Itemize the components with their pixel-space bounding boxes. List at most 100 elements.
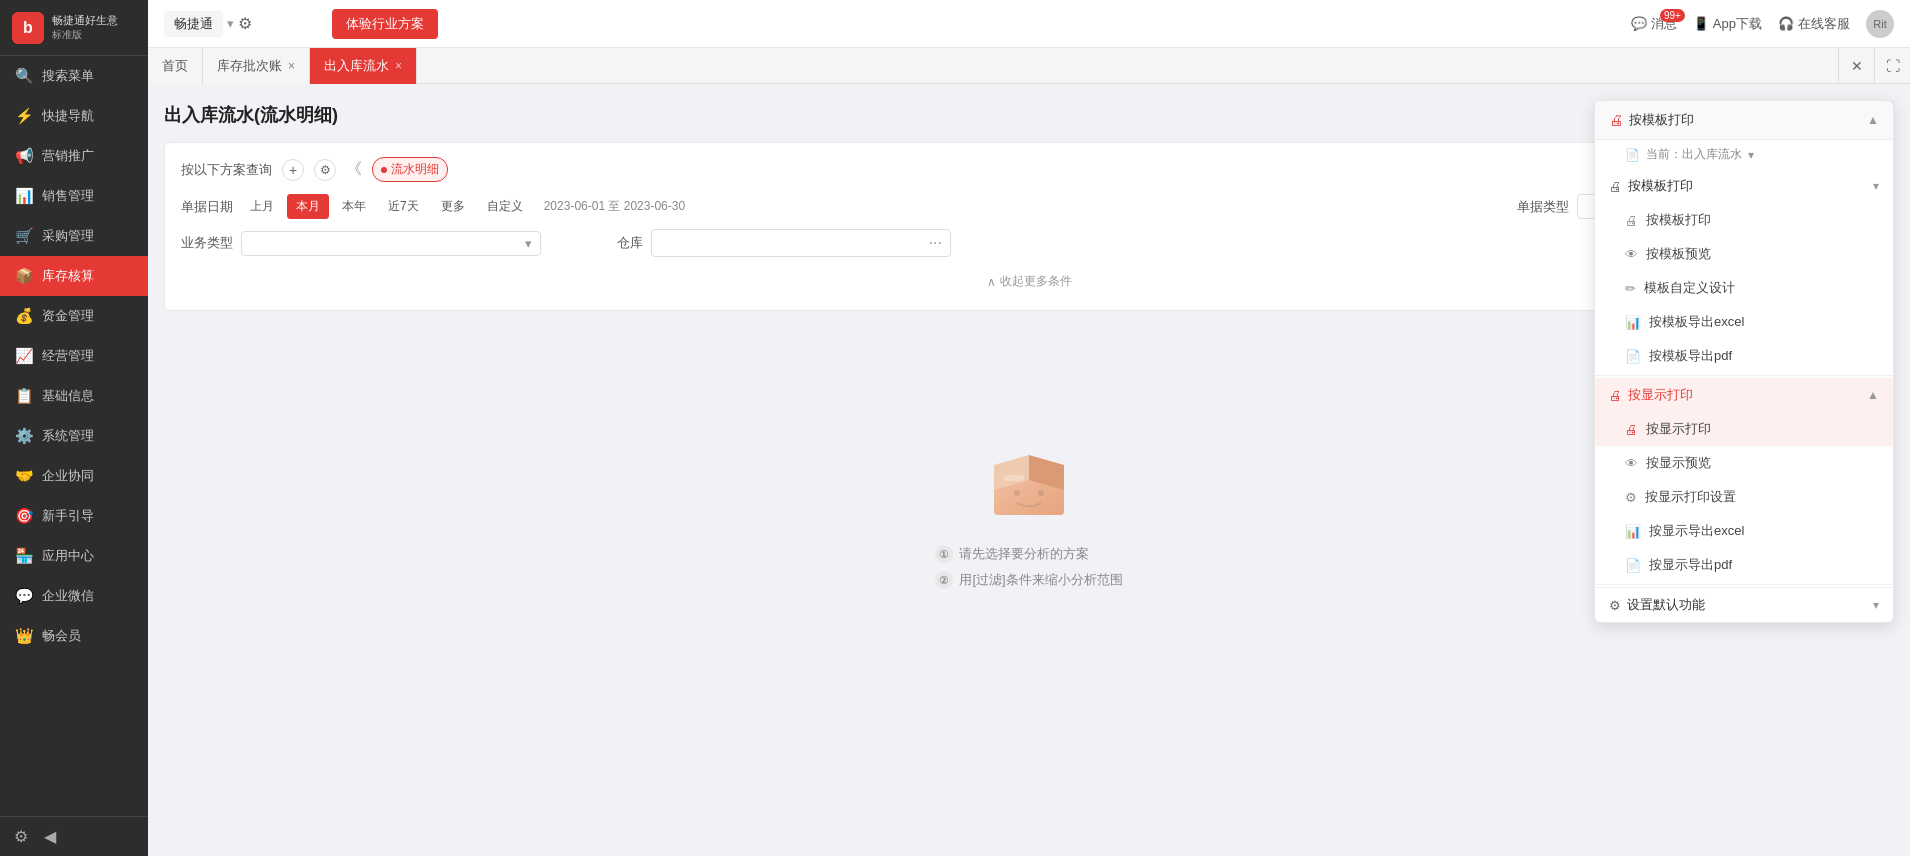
dp-item-template-pdf[interactable]: 📄 按模板导出pdf	[1595, 339, 1893, 373]
sidebar-item-finance[interactable]: 💰 资金管理	[0, 296, 148, 336]
tip-1-text: 请先选择要分析的方案	[959, 545, 1089, 563]
sidebar-item-inventory[interactable]: 📦 库存核算	[0, 256, 148, 296]
page-title: 出入库流水(流水明细)	[164, 103, 338, 127]
sidebar-item-basic[interactable]: 📋 基础信息	[0, 376, 148, 416]
sidebar-label-inventory: 库存核算	[42, 267, 94, 285]
dp-item-display-excel[interactable]: 📊 按显示导出excel	[1595, 514, 1893, 548]
tip-1: ① 请先选择要分析的方案	[935, 545, 1122, 563]
warehouse-select[interactable]: ···	[651, 229, 951, 257]
sidebar-item-collab[interactable]: 🤝 企业协同	[0, 456, 148, 496]
dp-current-arrow[interactable]: ▾	[1748, 148, 1754, 162]
dp-item-template-preview[interactable]: 👁 按模板预览	[1595, 237, 1893, 271]
sidebar-icon-wechat: 💬	[14, 586, 34, 606]
user-area: 畅捷通 ▾ ⚙	[164, 11, 324, 37]
username-display[interactable]: 畅捷通	[164, 11, 223, 37]
filter-collapse-icon[interactable]: 《	[346, 159, 362, 180]
dp-section-template-title: 🖨 按模板打印	[1609, 177, 1693, 195]
sidebar-item-wechat[interactable]: 💬 企业微信	[0, 576, 148, 616]
dp-item-template-print[interactable]: 🖨 按模板打印	[1595, 203, 1893, 237]
display-print-section-icon: 🖨	[1609, 388, 1622, 403]
sidebar-label-member: 畅会员	[42, 627, 81, 645]
sidebar-icon-inventory: 📦	[14, 266, 34, 286]
dp-item-display-preview[interactable]: 👁 按显示预览	[1595, 446, 1893, 480]
biz-type-select[interactable]: ▾	[241, 231, 541, 256]
sidebar: b 畅捷通好生意 标准版 🔍 搜索菜单 ⚡ 快捷导航 📢 营销推广 📊 销售管理…	[0, 0, 148, 856]
date-btn-本月[interactable]: 本月	[287, 194, 329, 219]
dp-header-title: 🖨 按模板打印	[1609, 111, 1694, 129]
sidebar-logo: b 畅捷通好生意 标准版	[0, 0, 148, 56]
dp-section-template[interactable]: 🖨 按模板打印 ▾	[1595, 169, 1893, 203]
topbar-right: 💬 消息 99+ 📱 App下载 🎧 在线客服 Rit	[1631, 10, 1894, 38]
sidebar-item-member[interactable]: 👑 畅会员	[0, 616, 148, 656]
dp-item-template-excel[interactable]: 📊 按模板导出excel	[1595, 305, 1893, 339]
tab-home[interactable]: 首页	[148, 48, 203, 84]
filter-tag[interactable]: 流水明细	[372, 157, 448, 182]
date-btn-本年[interactable]: 本年	[333, 194, 375, 219]
topbar-gear-icon[interactable]: ⚙	[238, 14, 252, 33]
template-print-icon: 🖨	[1625, 213, 1638, 228]
sidebar-item-sales[interactable]: 📊 销售管理	[0, 176, 148, 216]
date-btn-上月[interactable]: 上月	[241, 194, 283, 219]
sidebar-item-marketing[interactable]: 📢 营销推广	[0, 136, 148, 176]
sidebar-nav: 🔍 搜索菜单 ⚡ 快捷导航 📢 营销推广 📊 销售管理 🛒 采购管理 📦 库存核…	[0, 56, 148, 816]
sidebar-item-appstore[interactable]: 🏪 应用中心	[0, 536, 148, 576]
display-section-arrow: ▲	[1867, 388, 1879, 402]
close-tab-btn[interactable]: ✕	[1838, 48, 1874, 84]
sidebar-item-guide[interactable]: 🎯 新手引导	[0, 496, 148, 536]
display-preview-icon: 👁	[1625, 456, 1638, 471]
sidebar-icon-finance: 💰	[14, 306, 34, 326]
expand-tab-btn[interactable]: ⛶	[1874, 48, 1910, 84]
tab-label-batch-account: 库存批次账	[217, 57, 282, 75]
dp-footer[interactable]: ⚙ 设置默认功能 ▾	[1595, 587, 1893, 622]
dp-current-label: 当前：出入库流水	[1646, 146, 1742, 163]
sidebar-item-quick-nav[interactable]: ⚡ 快捷导航	[0, 96, 148, 136]
dp-footer-arrow: ▾	[1873, 598, 1879, 612]
dp-current-tag: 📄 当前：出入库流水 ▾	[1595, 140, 1893, 169]
sidebar-label-quick-nav: 快捷导航	[42, 107, 94, 125]
tab-batch-account[interactable]: 库存批次账 ×	[203, 48, 310, 84]
dp-item-display-print[interactable]: 🖨 按显示打印	[1595, 412, 1893, 446]
template-print-section-icon: 🖨	[1609, 179, 1622, 194]
date-field: 单据日期 上月本月本年近7天更多自定义 2023-06-01 至 2023-06…	[181, 194, 685, 219]
sidebar-item-operation[interactable]: 📈 经营管理	[0, 336, 148, 376]
dp-item-template-customize[interactable]: ✏ 模板自定义设计	[1595, 271, 1893, 305]
date-btn-近7天[interactable]: 近7天	[379, 194, 428, 219]
sidebar-label-search: 搜索菜单	[42, 67, 94, 85]
trial-button[interactable]: 体验行业方案	[332, 9, 438, 39]
date-btn-更多[interactable]: 更多	[432, 194, 474, 219]
date-btn-自定义[interactable]: 自定义	[478, 194, 532, 219]
biz-type-field: 业务类型 ▾	[181, 231, 541, 256]
sidebar-icon-guide: 🎯	[14, 506, 34, 526]
filter-settings-button[interactable]: ⚙	[314, 159, 336, 181]
sidebar-icon-operation: 📈	[14, 346, 34, 366]
tabbar-controls: ✕ ⛶	[1838, 48, 1910, 84]
sidebar-item-purchase[interactable]: 🛒 采购管理	[0, 216, 148, 256]
dp-header[interactable]: 🖨 按模板打印 ▲	[1595, 101, 1893, 140]
avatar[interactable]: Rit	[1866, 10, 1894, 38]
dp-item-display-settings[interactable]: ⚙ 按显示打印设置	[1595, 480, 1893, 514]
sidebar-item-system[interactable]: ⚙️ 系统管理	[0, 416, 148, 456]
message-button[interactable]: 💬 消息 99+	[1631, 15, 1677, 33]
user-dropdown-icon[interactable]: ▾	[227, 16, 234, 31]
sidebar-icon-member: 👑	[14, 626, 34, 646]
tab-close-flow[interactable]: ×	[395, 59, 402, 73]
tip-2-text: 用[过滤]条件来缩小分析范围	[959, 571, 1122, 589]
tabbar: 首页库存批次账×出入库流水× ✕ ⛶	[148, 48, 1910, 84]
settings-icon[interactable]: ⚙	[14, 827, 28, 846]
dp-item-display-pdf[interactable]: 📄 按显示导出pdf	[1595, 548, 1893, 582]
biz-type-label: 业务类型	[181, 234, 233, 252]
tab-flow[interactable]: 出入库流水×	[310, 48, 417, 84]
dp-collapse-icon[interactable]: ▲	[1867, 113, 1879, 127]
dp-section-display[interactable]: 🖨 按显示打印 ▲	[1595, 378, 1893, 412]
print-dropdown-panel: 🖨 按模板打印 ▲ 📄 当前：出入库流水 ▾ 🖨 按模板打印 ▾ 🖨 按模板打印…	[1594, 100, 1894, 623]
filter-add-button[interactable]: +	[282, 159, 304, 181]
date-buttons: 上月本月本年近7天更多自定义	[241, 194, 532, 219]
display-print-icon: 🖨	[1625, 422, 1638, 437]
online-service-button[interactable]: 🎧 在线客服	[1778, 15, 1850, 33]
sidebar-icon-purchase: 🛒	[14, 226, 34, 246]
date-label: 单据日期	[181, 198, 233, 216]
tab-close-batch-account[interactable]: ×	[288, 59, 295, 73]
app-download-button[interactable]: 📱 App下载	[1693, 15, 1762, 33]
collapse-sidebar-icon[interactable]: ◀	[44, 827, 56, 846]
sidebar-item-search[interactable]: 🔍 搜索菜单	[0, 56, 148, 96]
